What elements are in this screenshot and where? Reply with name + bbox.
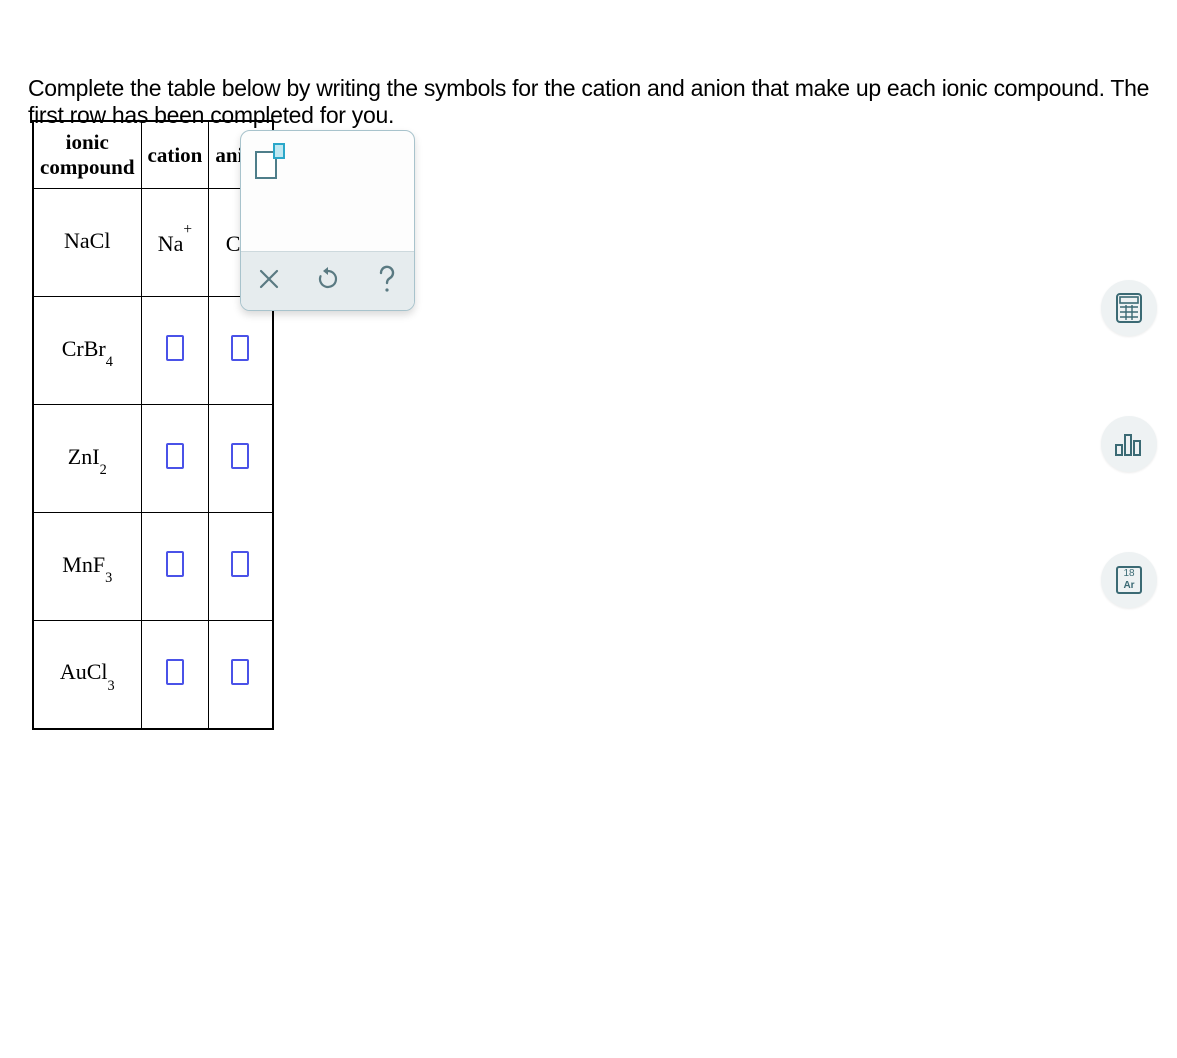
answer-box[interactable]	[231, 551, 249, 577]
answer-box[interactable]	[231, 659, 249, 685]
side-tools: 18 Ar	[1101, 280, 1157, 608]
cell-cation-input[interactable]	[141, 513, 209, 621]
help-button[interactable]	[371, 262, 402, 296]
bar-chart-icon	[1113, 429, 1145, 459]
compound-sub: 3	[105, 570, 112, 586]
cell-anion-input[interactable]	[209, 297, 273, 405]
table-row: CrBr4	[33, 297, 273, 405]
answer-box[interactable]	[231, 443, 249, 469]
table-header-row: ionic compound cation anion	[33, 121, 273, 189]
compound-sub: 4	[106, 354, 113, 370]
header-compound: ionic compound	[33, 121, 141, 189]
cell-anion-input[interactable]	[209, 621, 273, 729]
header-cation-label: cation	[148, 143, 203, 167]
cell-compound: ZnI2	[33, 405, 141, 513]
table-row: NaCl Na+ Cl−	[33, 189, 273, 297]
cell-compound: CrBr4	[33, 297, 141, 405]
superscript-box-icon	[273, 143, 285, 159]
table-row: MnF3	[33, 513, 273, 621]
answer-box[interactable]	[166, 659, 184, 685]
answer-box[interactable]	[231, 335, 249, 361]
reset-button[interactable]	[312, 262, 343, 296]
cation-sup: +	[183, 221, 192, 238]
palette-top	[241, 131, 414, 251]
question-icon	[375, 264, 399, 294]
superscript-tool[interactable]	[255, 143, 291, 179]
compound-base: AuCl	[60, 659, 108, 684]
clear-button[interactable]	[253, 262, 284, 296]
table-row: ZnI2	[33, 405, 273, 513]
cation-base: Na	[158, 231, 184, 256]
cell-anion-input[interactable]	[209, 513, 273, 621]
pt-number: 18	[1123, 568, 1135, 579]
answer-box[interactable]	[166, 335, 184, 361]
periodic-table-icon: 18 Ar	[1114, 564, 1144, 596]
palette-bottom	[241, 251, 414, 310]
compound-base: CrBr	[62, 336, 106, 361]
compound-base: ZnI	[68, 444, 100, 469]
symbol-palette	[240, 130, 415, 311]
cell-cation: Na+	[141, 189, 209, 297]
cell-compound: AuCl3	[33, 621, 141, 729]
header-compound-label: ionic compound	[40, 130, 135, 179]
table-row: AuCl3	[33, 621, 273, 729]
compound-sub: 3	[108, 678, 115, 694]
pt-symbol: Ar	[1123, 580, 1134, 591]
x-icon	[258, 268, 280, 290]
answer-box[interactable]	[166, 443, 184, 469]
calculator-icon	[1115, 292, 1143, 324]
compound-base: MnF	[62, 552, 105, 577]
cell-cation-input[interactable]	[141, 297, 209, 405]
ionic-table-container: ionic compound cation anion NaCl Na+ Cl−	[32, 120, 274, 730]
cell-cation-input[interactable]	[141, 621, 209, 729]
header-cation: cation	[141, 121, 209, 189]
cell-compound: MnF3	[33, 513, 141, 621]
compound-base: NaCl	[64, 228, 110, 253]
answer-box[interactable]	[166, 551, 184, 577]
cell-compound: NaCl	[33, 189, 141, 297]
ionic-table: ionic compound cation anion NaCl Na+ Cl−	[32, 120, 274, 730]
undo-icon	[316, 267, 340, 291]
bar-chart-button[interactable]	[1101, 416, 1157, 472]
calculator-button[interactable]	[1101, 280, 1157, 336]
cell-cation-input[interactable]	[141, 405, 209, 513]
compound-sub: 2	[100, 462, 107, 478]
periodic-table-button[interactable]: 18 Ar	[1101, 552, 1157, 608]
cell-anion-input[interactable]	[209, 405, 273, 513]
